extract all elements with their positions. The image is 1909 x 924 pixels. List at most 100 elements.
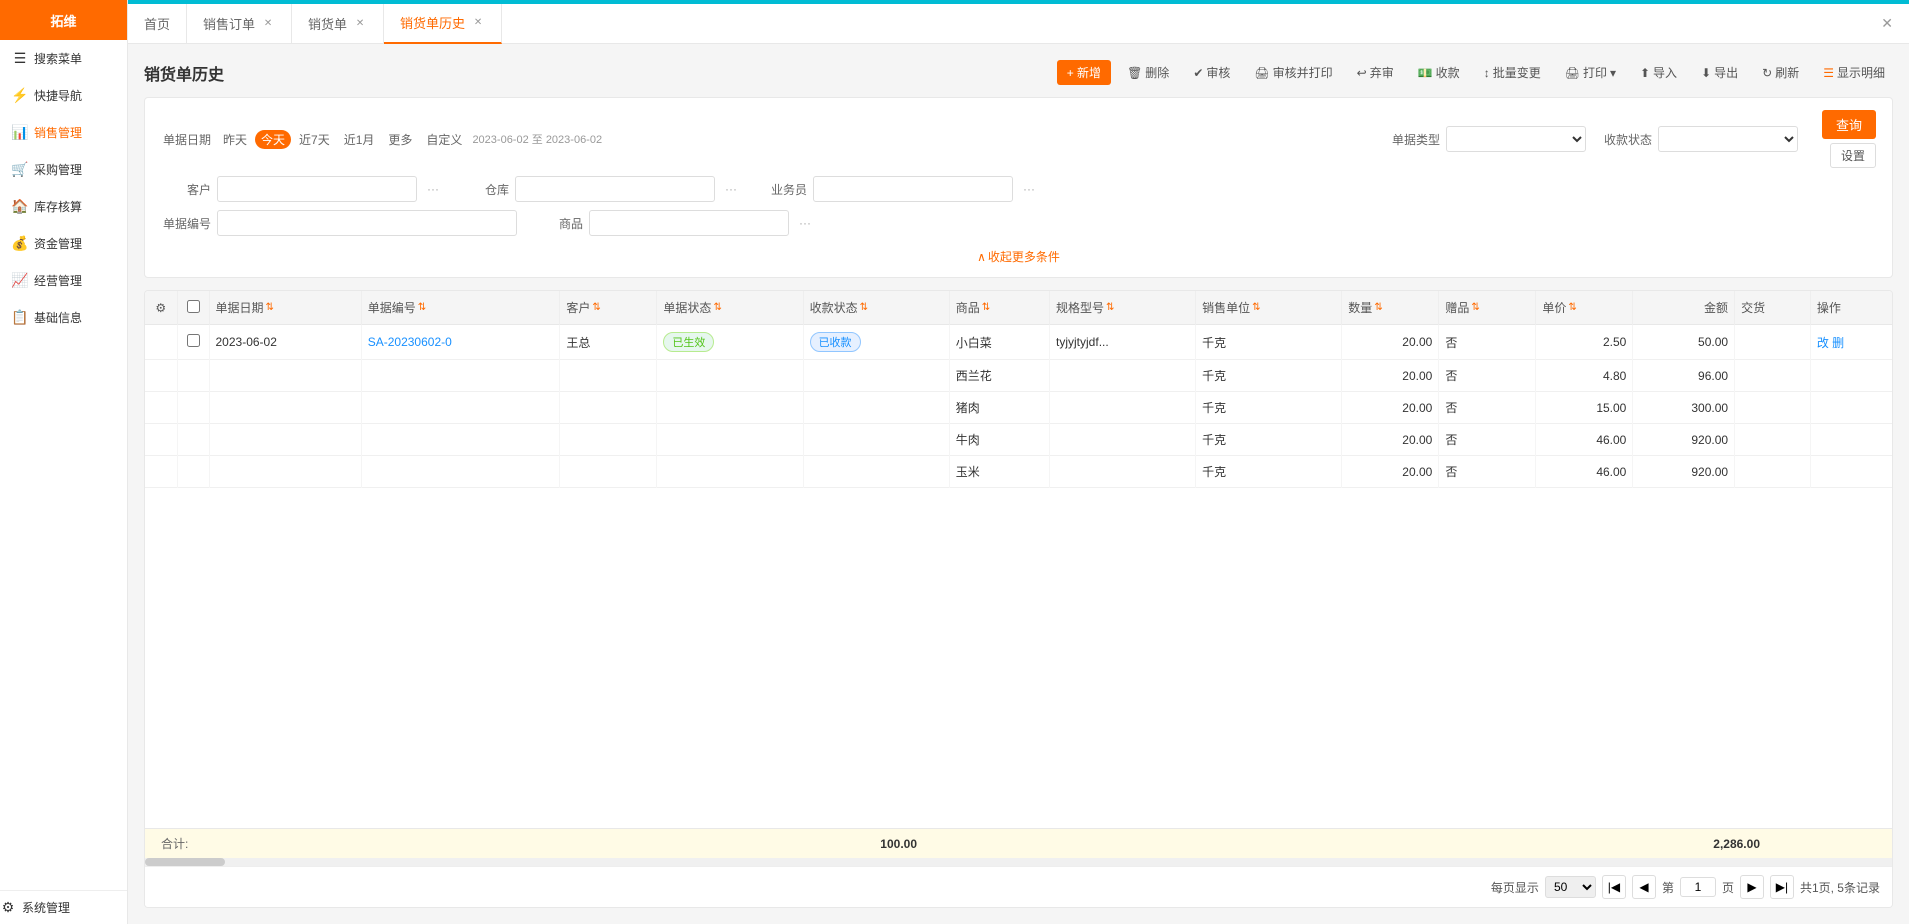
- per-page-select[interactable]: 50 100 200: [1545, 876, 1596, 898]
- batch-change-button[interactable]: ↕ 批量变更: [1476, 60, 1549, 85]
- sidebar-item-purchase-mgmt[interactable]: 🛒 采购管理: [0, 151, 127, 188]
- doc-no-link[interactable]: SA-20230602-0: [368, 335, 452, 349]
- sidebar-item-inventory[interactable]: 🏠 库存核算: [0, 188, 127, 225]
- export-button[interactable]: ⬇ 导出: [1693, 60, 1746, 85]
- delete-button[interactable]: 🗑 删除: [1119, 60, 1177, 85]
- main-table: ⚙ 单据日期⇅ 单据编号⇅ 客户⇅: [145, 291, 1892, 488]
- customer-input[interactable]: [217, 176, 417, 202]
- cell-doc-no[interactable]: SA-20230602-0: [361, 325, 560, 360]
- scrollbar-thumb[interactable]: [145, 858, 225, 866]
- warehouse-dots[interactable]: ···: [721, 182, 741, 196]
- display-button[interactable]: ☰ 显示明细: [1815, 60, 1893, 85]
- sidebar-item-operations[interactable]: 📈 经营管理: [0, 262, 127, 299]
- next-page-btn[interactable]: ▶: [1740, 875, 1764, 899]
- import-button[interactable]: ⬆ 导入: [1632, 60, 1685, 85]
- sidebar-item-finance-mgmt[interactable]: 💰 资金管理: [0, 225, 127, 262]
- cell-doc-status: [657, 392, 803, 424]
- audit-button[interactable]: ✔ 审核: [1185, 60, 1238, 85]
- cell-goods: 小白菜: [949, 325, 1049, 360]
- col-payment-status[interactable]: 收款状态⇅: [803, 291, 949, 325]
- cell-operation[interactable]: [1810, 456, 1892, 488]
- date-today-btn[interactable]: 今天: [255, 130, 291, 149]
- date-filter-label: 单据日期: [161, 131, 211, 148]
- cell-checkbox[interactable]: [177, 456, 209, 488]
- tab-window-close[interactable]: ✕: [1873, 15, 1901, 32]
- goods-dots[interactable]: ···: [795, 216, 815, 230]
- cell-checkbox[interactable]: [177, 360, 209, 392]
- cell-doc-no[interactable]: [361, 392, 560, 424]
- col-unit-price[interactable]: 单价⇅: [1536, 291, 1633, 325]
- cell-operation[interactable]: [1810, 424, 1892, 456]
- date-more-btn[interactable]: 更多: [382, 130, 418, 149]
- cell-settings: [145, 360, 177, 392]
- collect-button[interactable]: 💵 收款: [1410, 60, 1468, 85]
- date-month-btn[interactable]: 近1月: [338, 130, 381, 149]
- audit-print-button[interactable]: 🖨 审核并打印: [1246, 60, 1340, 85]
- collapse-button[interactable]: ∧ 收起更多条件: [977, 248, 1060, 265]
- settings-button[interactable]: 设置: [1830, 143, 1876, 168]
- warehouse-input[interactable]: [515, 176, 715, 202]
- sidebar-item-sales-mgmt[interactable]: 📊 销售管理: [0, 114, 127, 151]
- first-page-btn[interactable]: |◀: [1602, 875, 1626, 899]
- doc-no-input[interactable]: [217, 210, 517, 236]
- tab-sales-delivery[interactable]: 销货单 ✕: [292, 4, 384, 44]
- cell-operation[interactable]: [1810, 360, 1892, 392]
- date-custom-btn[interactable]: 自定义: [420, 130, 468, 149]
- tab-sales-order-close[interactable]: ✕: [261, 17, 275, 31]
- tab-home[interactable]: 首页: [128, 4, 187, 44]
- row-checkbox[interactable]: [187, 334, 200, 347]
- prev-page-btn[interactable]: ◀: [1632, 875, 1656, 899]
- refresh-button[interactable]: ↻ 刷新: [1754, 60, 1807, 85]
- date-7days-btn[interactable]: 近7天: [293, 130, 336, 149]
- col-doc-status[interactable]: 单据状态⇅: [657, 291, 803, 325]
- query-button[interactable]: 查询: [1822, 110, 1876, 139]
- goods-sort-icon: ⇅: [982, 302, 990, 313]
- tab-sales-history-close[interactable]: ✕: [471, 16, 485, 30]
- goods-input[interactable]: [589, 210, 789, 236]
- cell-doc-no[interactable]: [361, 360, 560, 392]
- sidebar-item-search-menu[interactable]: ☰ 搜索菜单: [0, 40, 127, 77]
- sidebar-item-base-info[interactable]: 📋 基础信息: [0, 299, 127, 336]
- cell-quantity: 20.00: [1342, 360, 1439, 392]
- tab-sales-history[interactable]: 销货单历史 ✕: [384, 4, 502, 44]
- cell-doc-no[interactable]: [361, 424, 560, 456]
- table-row: 2023-06-02 SA-20230602-0 王总 已生效 已收款 小白菜 …: [145, 325, 1892, 360]
- col-settings[interactable]: ⚙: [145, 291, 177, 325]
- abandon-button[interactable]: ↩ 弃审: [1349, 60, 1402, 85]
- date-yesterday-btn[interactable]: 昨天: [217, 130, 253, 149]
- col-sales-unit[interactable]: 销售单位⇅: [1196, 291, 1342, 325]
- last-page-btn[interactable]: ▶|: [1770, 875, 1794, 899]
- col-gift[interactable]: 赠品⇅: [1439, 291, 1536, 325]
- col-doc-date[interactable]: 单据日期⇅: [209, 291, 361, 325]
- col-spec[interactable]: 规格型号⇅: [1050, 291, 1196, 325]
- col-goods[interactable]: 商品⇅: [949, 291, 1049, 325]
- payment-status-select[interactable]: [1658, 126, 1798, 152]
- customer-dots[interactable]: ···: [423, 182, 443, 196]
- select-all-checkbox[interactable]: [187, 300, 200, 313]
- cell-checkbox[interactable]: [177, 392, 209, 424]
- cell-doc-no[interactable]: [361, 456, 560, 488]
- cell-checkbox[interactable]: [177, 424, 209, 456]
- col-customer[interactable]: 客户⇅: [560, 291, 657, 325]
- new-button[interactable]: + 新增: [1057, 60, 1111, 85]
- salesperson-input[interactable]: [813, 176, 1013, 202]
- doc-type-select[interactable]: [1446, 126, 1586, 152]
- edit-action[interactable]: 改: [1817, 336, 1829, 350]
- col-doc-no[interactable]: 单据编号⇅: [361, 291, 560, 325]
- cell-quantity: 20.00: [1342, 325, 1439, 360]
- col-quantity[interactable]: 数量⇅: [1342, 291, 1439, 325]
- sidebar-item-sys-mgmt[interactable]: ⚙ 系统管理: [0, 890, 127, 924]
- salesperson-dots[interactable]: ···: [1019, 182, 1039, 196]
- cell-operation[interactable]: [1810, 392, 1892, 424]
- delete-action[interactable]: 删: [1832, 336, 1844, 350]
- horizontal-scrollbar[interactable]: [145, 858, 1892, 866]
- sidebar-item-quick-nav[interactable]: ⚡ 快捷导航: [0, 77, 127, 114]
- tab-sales-delivery-close[interactable]: ✕: [353, 17, 367, 31]
- col-checkbox[interactable]: [177, 291, 209, 325]
- cell-checkbox[interactable]: [177, 325, 209, 360]
- print-button[interactable]: 🖨 打印 ▾: [1557, 60, 1624, 85]
- per-page-label: 每页显示: [1491, 879, 1539, 896]
- tab-sales-order[interactable]: 销售订单 ✕: [187, 4, 292, 44]
- page-number-input[interactable]: [1680, 877, 1716, 897]
- cell-operation[interactable]: 改 删: [1810, 325, 1892, 360]
